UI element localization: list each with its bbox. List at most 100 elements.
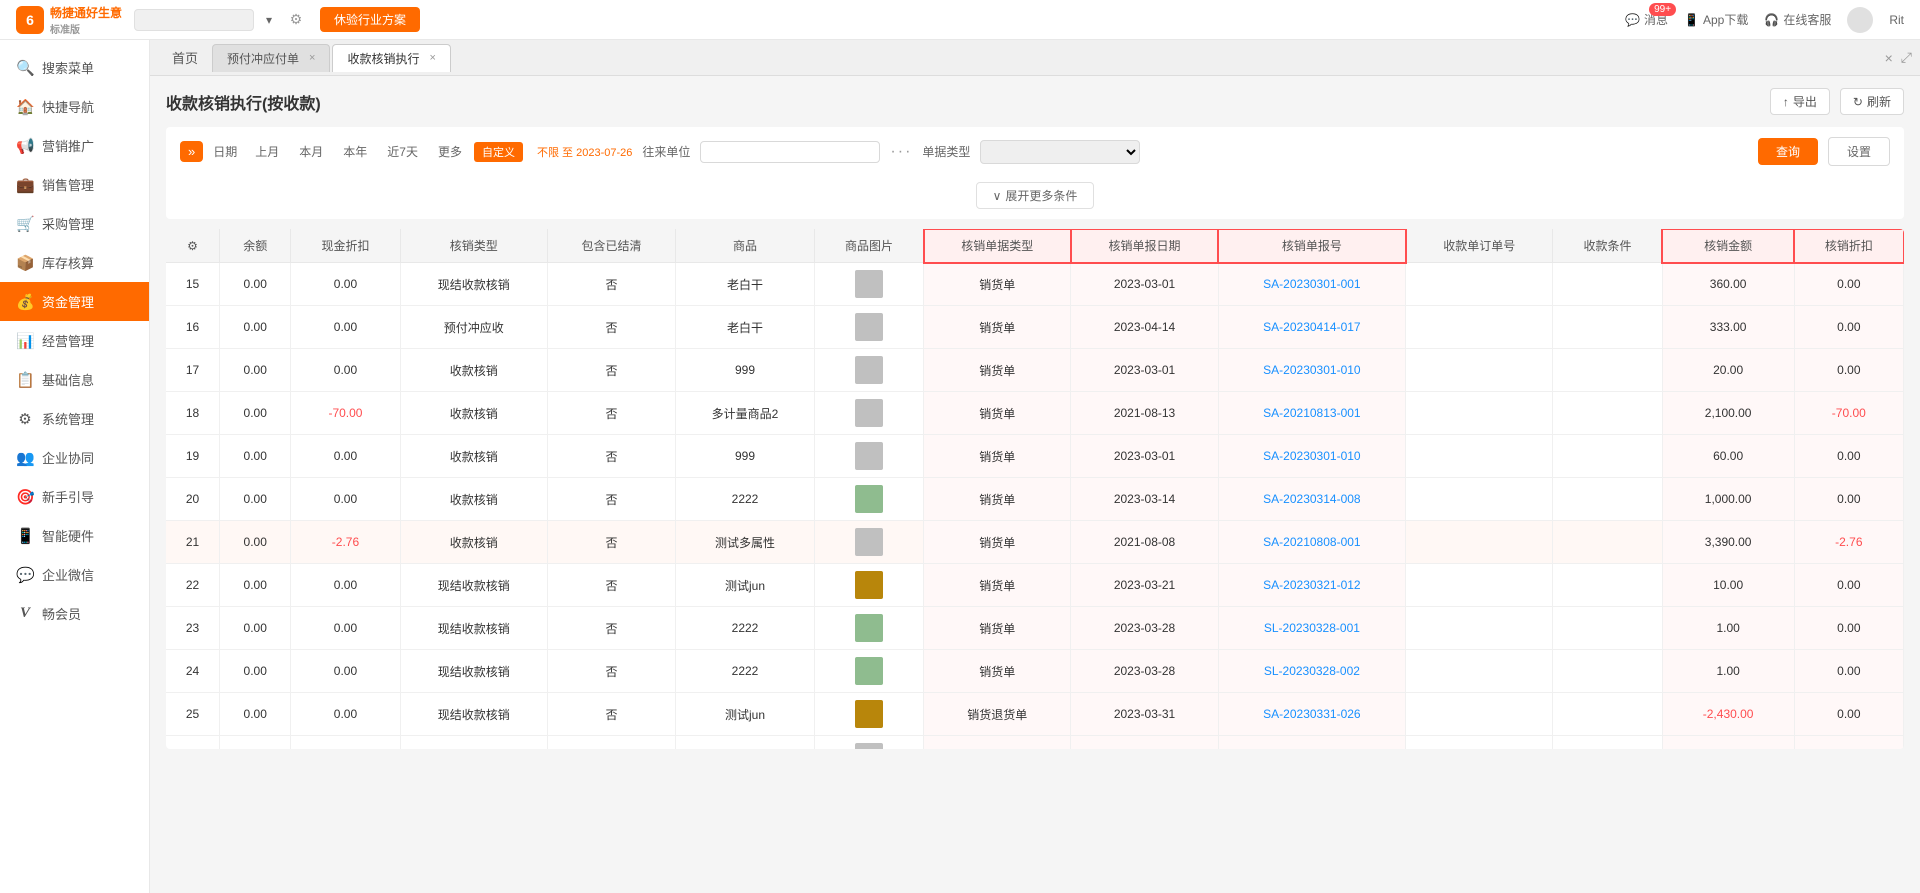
industry-btn[interactable]: 休验行业方案 xyxy=(320,7,420,32)
download-icon: 📱 xyxy=(1684,13,1699,27)
sidebar-item-base[interactable]: 📋 基础信息 xyxy=(0,360,149,399)
cell-no: 20 xyxy=(166,478,220,521)
voucher-no-link[interactable]: SA-20210808-001 xyxy=(1263,535,1360,549)
message-btn[interactable]: 💬 消息 99+ xyxy=(1625,11,1668,28)
col-header-voucher-no: 核销单报号 xyxy=(1218,229,1405,263)
expand-more-btn[interactable]: ∨ 展开更多条件 xyxy=(976,182,1095,209)
search-bar-top[interactable] xyxy=(134,9,254,31)
sidebar-item-sales[interactable]: 💼 销售管理 xyxy=(0,165,149,204)
table-row: 19 0.00 0.00 收款核销 否 999 销货单 2023-03-01 S… xyxy=(166,435,1904,478)
tab-maximize-btn[interactable]: ⤢ xyxy=(1901,49,1912,66)
sidebar-item-search[interactable]: 🔍 搜索菜单 xyxy=(0,48,149,87)
export-btn[interactable]: ↑ 导出 xyxy=(1770,88,1830,115)
sidebar-item-member[interactable]: V 畅会员 xyxy=(0,594,149,633)
voucher-no-link[interactable]: SA-20230301-010 xyxy=(1263,363,1360,377)
dropdown-btn[interactable]: ▾ xyxy=(266,13,272,27)
voucher-no-link[interactable]: SA-20230301-001 xyxy=(1263,277,1360,291)
voucher-no-link[interactable]: SA-20230331-026 xyxy=(1263,707,1360,721)
cell-amount: -2,430.00 xyxy=(1662,693,1794,736)
col-header-receipt-order: 收款单订单号 xyxy=(1406,229,1553,263)
voucher-no-link[interactable]: SA-20230314-008 xyxy=(1263,492,1360,506)
cell-receipt-order xyxy=(1406,521,1553,564)
cell-voucher-type: 销货单 xyxy=(924,263,1071,306)
guide-icon: 🎯 xyxy=(16,488,34,506)
cell-voucher-date: 2023-04-14 xyxy=(1071,306,1218,349)
sidebar-item-operations[interactable]: 📊 经营管理 xyxy=(0,321,149,360)
sidebar-item-hardware[interactable]: 📱 智能硬件 xyxy=(0,516,149,555)
cell-voucher-no: SA-20230314-008 xyxy=(1218,478,1405,521)
counterpart-input[interactable] xyxy=(700,141,880,163)
sidebar-label-search: 搜索菜单 xyxy=(42,58,94,77)
cell-cash-discount: 0.00 xyxy=(291,736,400,750)
cell-voucher-date: 2023-03-28 xyxy=(1071,650,1218,693)
last-month-btn[interactable]: 上月 xyxy=(247,141,287,162)
table-body: 15 0.00 0.00 现结收款核销 否 老白干 销货单 2023-03-01… xyxy=(166,263,1904,750)
sidebar-item-finance[interactable]: 💰 资金管理 xyxy=(0,282,149,321)
cell-cash-discount: -2.76 xyxy=(291,521,400,564)
cell-amount: 60.00 xyxy=(1662,435,1794,478)
msg-badge: 99+ xyxy=(1649,3,1676,16)
settings-btn[interactable]: 设置 xyxy=(1828,137,1890,166)
this-month-btn[interactable]: 本月 xyxy=(291,141,331,162)
more-date-btn[interactable]: 更多 xyxy=(430,141,470,162)
cell-receipt-order xyxy=(1406,349,1553,392)
online-service-btn[interactable]: 🎧 在线客服 xyxy=(1764,11,1831,28)
sidebar-item-purchase[interactable]: 🛒 采购管理 xyxy=(0,204,149,243)
sidebar-item-wechat[interactable]: 💬 企业微信 xyxy=(0,555,149,594)
sales-icon: 💼 xyxy=(16,176,34,194)
sidebar-item-guide[interactable]: 🎯 新手引导 xyxy=(0,477,149,516)
tab-prepay-close[interactable]: × xyxy=(309,52,315,64)
voucher-no-link[interactable]: SA-20230301-010 xyxy=(1263,449,1360,463)
cell-goods: 老白干 xyxy=(676,263,815,306)
voucher-no-link[interactable]: SL-20230328-001 xyxy=(1264,621,1360,635)
counterpart-dots-btn[interactable]: ··· xyxy=(890,143,912,161)
cell-goods: 测试多属性 xyxy=(676,521,815,564)
cell-goods-img xyxy=(814,263,923,306)
cell-cash-discount: 0.00 xyxy=(291,564,400,607)
gear-button[interactable]: ⚙ xyxy=(284,8,308,32)
app-download-btn[interactable]: 📱 App下载 xyxy=(1684,11,1748,28)
last7-btn[interactable]: 近7天 xyxy=(379,141,426,162)
goods-image xyxy=(855,313,883,341)
voucher-no-link[interactable]: SA-20230414-017 xyxy=(1263,320,1360,334)
cell-goods-img xyxy=(814,607,923,650)
refresh-btn[interactable]: ↻ 刷新 xyxy=(1840,88,1904,115)
col-header-receipt-condition: 收款条件 xyxy=(1553,229,1662,263)
cell-receipt-condition xyxy=(1553,736,1662,750)
cell-amount: 3,390.00 xyxy=(1662,521,1794,564)
cell-voucher-type: 销货单 xyxy=(924,607,1071,650)
voucher-no-link[interactable]: SA-20230321-012 xyxy=(1263,578,1360,592)
voucher-no-link[interactable]: SL-20230328-002 xyxy=(1264,664,1360,678)
tab-home[interactable]: 首页 xyxy=(158,42,212,73)
cell-no: 19 xyxy=(166,435,220,478)
query-btn[interactable]: 查询 xyxy=(1758,138,1818,165)
this-year-btn[interactable]: 本年 xyxy=(335,141,375,162)
sidebar-label-nav: 快捷导航 xyxy=(42,97,94,116)
cell-receipt-condition xyxy=(1553,435,1662,478)
sidebar-item-collab[interactable]: 👥 企业协同 xyxy=(0,438,149,477)
cell-included: 否 xyxy=(547,564,675,607)
voucher-type-select[interactable] xyxy=(980,140,1140,164)
custom-date-btn[interactable]: 自定义 xyxy=(474,142,523,162)
cell-goods-img xyxy=(814,349,923,392)
sidebar-item-inventory[interactable]: 📦 库存核算 xyxy=(0,243,149,282)
sidebar-item-nav[interactable]: 🏠 快捷导航 xyxy=(0,87,149,126)
voucher-no-link[interactable]: SA-20210813-001 xyxy=(1263,406,1360,420)
sidebar-label-inventory: 库存核算 xyxy=(42,253,94,272)
cell-type: 现结收款核销 xyxy=(400,564,547,607)
expand-more-label: 展开更多条件 xyxy=(1005,187,1077,204)
table-wrapper: ⚙ 余额 现金折扣 核销类型 包含已结清 商品 商品图片 核销单据类型 核销单报… xyxy=(166,229,1904,749)
user-avatar[interactable] xyxy=(1847,7,1873,33)
tab-receipt[interactable]: 收款核销执行 × xyxy=(332,44,450,72)
sidebar-item-system[interactable]: ⚙ 系统管理 xyxy=(0,399,149,438)
cell-goods-img xyxy=(814,478,923,521)
tab-prepay[interactable]: 预付冲应付单 × xyxy=(212,44,330,72)
tab-close-btn[interactable]: × xyxy=(1885,50,1893,66)
cell-type: 收款核销 xyxy=(400,521,547,564)
sidebar-item-marketing[interactable]: 📢 营销推广 xyxy=(0,126,149,165)
filter-expand-btn[interactable]: » xyxy=(180,141,203,162)
col-header-setting[interactable]: ⚙ xyxy=(166,229,220,263)
cell-balance: 0.00 xyxy=(220,392,291,435)
tab-receipt-close[interactable]: × xyxy=(429,52,435,64)
table-row: 26 0.00 0.00 预收款核销 否 123D商品 销货单 2022-04-… xyxy=(166,736,1904,750)
